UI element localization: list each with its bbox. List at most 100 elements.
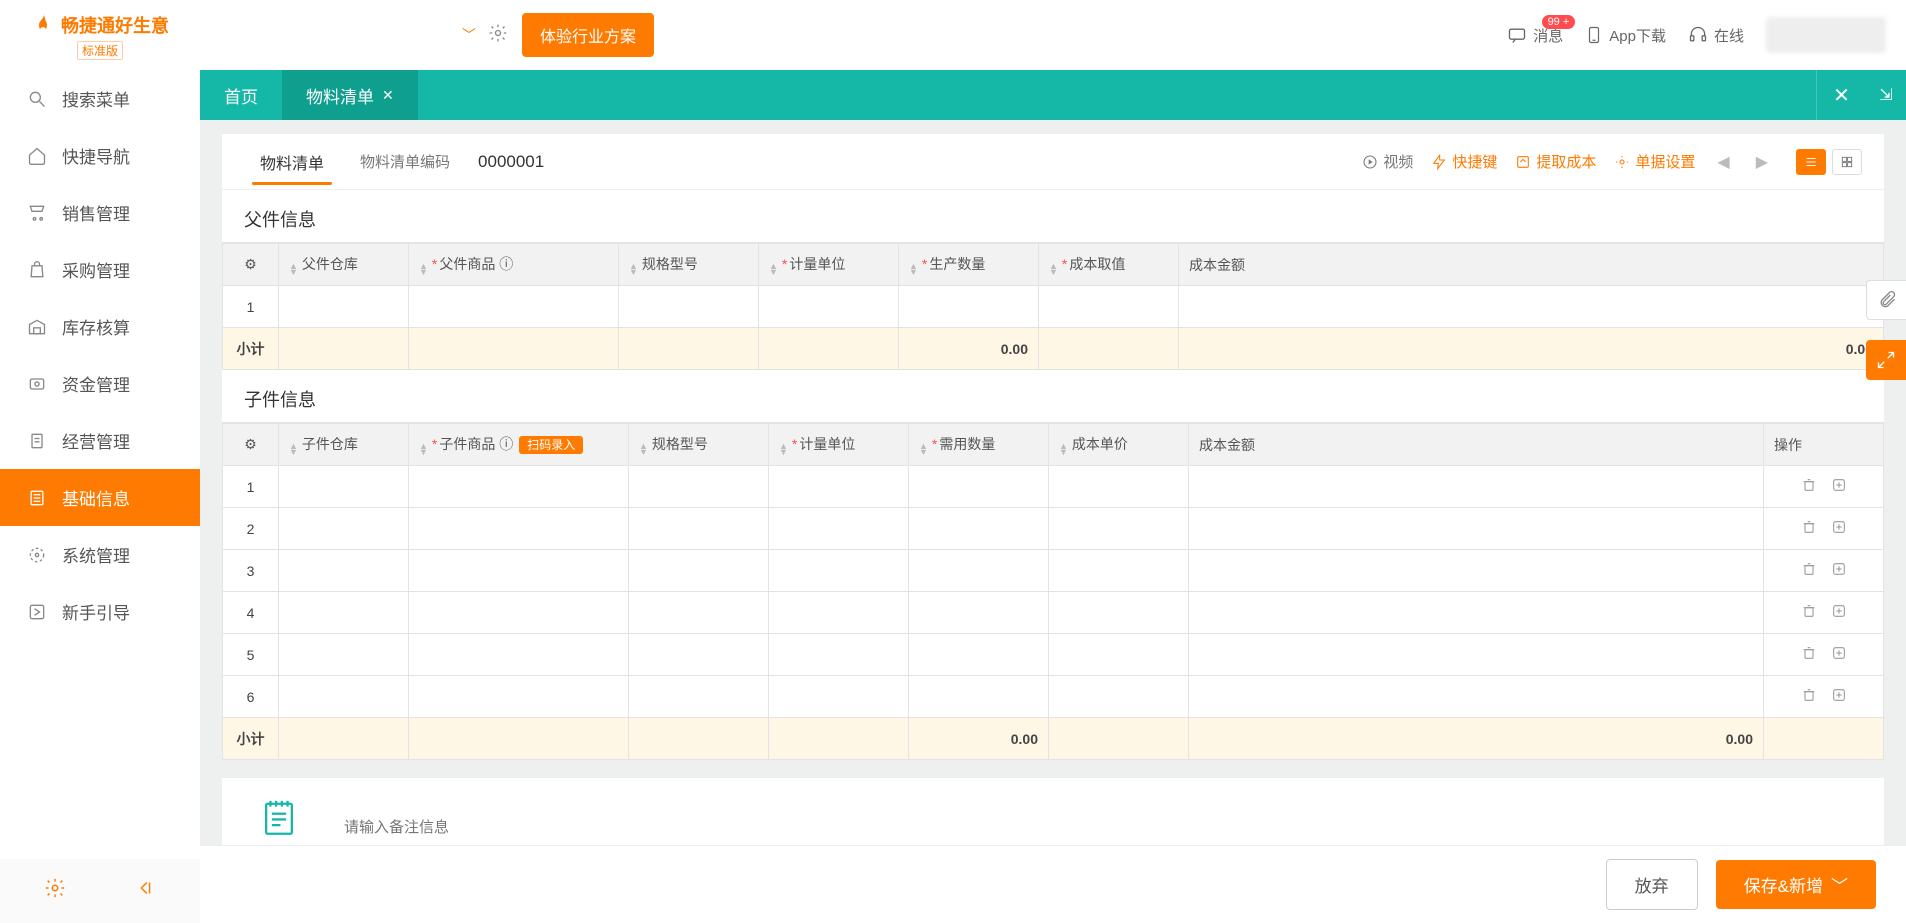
child-row[interactable]: 5 xyxy=(223,634,1884,676)
sidebar: 搜索菜单 快捷导航 销售管理 采购管理 库存核算 资金管理 经营管理 基础信息 … xyxy=(0,70,200,923)
view-toggle xyxy=(1796,149,1862,175)
user-avatar[interactable] xyxy=(1766,17,1886,53)
notepad-icon xyxy=(261,798,297,838)
child-subtotal: 小计 0.00 0.00 xyxy=(223,718,1884,760)
delete-row[interactable] xyxy=(1801,561,1817,580)
main-panel: 物料清单 物料清单编码 0000001 视频 快捷键 提取成本 单据设置 ◀ ▶… xyxy=(200,120,1906,923)
sidebar-item-label: 新手引导 xyxy=(62,599,130,624)
close-icon[interactable]: ✕ xyxy=(382,87,394,104)
tool-extract-cost[interactable]: 提取成本 xyxy=(1515,151,1596,172)
play-icon xyxy=(1362,154,1378,170)
col-parent-costbasis[interactable]: ▲▼*成本取值 xyxy=(1039,244,1179,286)
delete-row[interactable] xyxy=(1801,519,1817,538)
add-row[interactable] xyxy=(1831,477,1847,496)
add-row[interactable] xyxy=(1831,645,1847,664)
tab-label: 物料清单 xyxy=(306,83,374,108)
col-parent-qty[interactable]: ▲▼*生产数量 xyxy=(899,244,1039,286)
sidebar-item-search[interactable]: 搜索菜单 xyxy=(0,70,200,127)
messages-link[interactable]: 消息 99 + xyxy=(1507,25,1563,46)
subtab-bom[interactable]: 物料清单 xyxy=(244,140,340,184)
col-child-unit[interactable]: ▲▼*计量单位 xyxy=(769,424,909,466)
child-row[interactable]: 1 xyxy=(223,466,1884,508)
delete-row[interactable] xyxy=(1801,603,1817,622)
database-icon xyxy=(26,487,48,509)
sidebar-item-sales[interactable]: 销售管理 xyxy=(0,184,200,241)
sidebar-item-business[interactable]: 经营管理 xyxy=(0,412,200,469)
col-parent-unit[interactable]: ▲▼*计量单位 xyxy=(759,244,899,286)
child-row[interactable]: 2 xyxy=(223,508,1884,550)
col-parent-warehouse[interactable]: ▲▼父件仓库 xyxy=(279,244,409,286)
card-header: 物料清单 物料清单编码 0000001 视频 快捷键 提取成本 单据设置 ◀ ▶ xyxy=(222,134,1884,190)
help-icon[interactable]: ⓘ xyxy=(499,256,513,272)
parent-row[interactable]: 1 xyxy=(223,286,1884,328)
collapse-button[interactable] xyxy=(134,877,156,905)
discard-button[interactable]: 放弃 xyxy=(1606,859,1698,910)
col-child-warehouse[interactable]: ▲▼子件仓库 xyxy=(279,424,409,466)
add-row[interactable] xyxy=(1831,519,1847,538)
child-section-title: 子件信息 xyxy=(222,370,1884,422)
col-child-needqty[interactable]: ▲▼*需用数量 xyxy=(909,424,1049,466)
save-new-button[interactable]: 保存&新增﹀ xyxy=(1716,860,1876,909)
settings-button[interactable] xyxy=(44,877,66,905)
sidebar-item-label: 采购管理 xyxy=(62,257,130,282)
gear-dashed-icon xyxy=(26,544,48,566)
online-label: 在线 xyxy=(1714,25,1744,46)
sidebar-item-system[interactable]: 系统管理 xyxy=(0,526,200,583)
col-child-spec[interactable]: ▲▼规格型号 xyxy=(629,424,769,466)
gear-column[interactable]: ⚙ xyxy=(223,424,279,466)
add-row[interactable] xyxy=(1831,687,1847,706)
delete-row[interactable] xyxy=(1801,477,1817,496)
fullscreen-button[interactable] xyxy=(1866,340,1906,380)
close-all-tabs[interactable]: ✕ xyxy=(1816,70,1866,120)
col-child-product[interactable]: ▲▼*子件商品 ⓘ扫码录入 xyxy=(409,424,629,466)
expand-tabbar[interactable]: ⇲ xyxy=(1866,70,1906,120)
tabbar: 首页 物料清单 ✕ ✕ ⇲ xyxy=(200,70,1906,120)
child-row[interactable]: 4 xyxy=(223,592,1884,634)
sidebar-item-basicinfo[interactable]: 基础信息 xyxy=(0,469,200,526)
sidebar-item-purchase[interactable]: 采购管理 xyxy=(0,241,200,298)
attachment-button[interactable] xyxy=(1866,280,1906,320)
scan-button[interactable]: 扫码录入 xyxy=(519,436,583,454)
delete-row[interactable] xyxy=(1801,645,1817,664)
app-download-label: App下载 xyxy=(1609,25,1666,46)
gear-icon[interactable] xyxy=(488,23,508,48)
col-parent-costamount[interactable]: 成本金额 xyxy=(1179,244,1884,286)
help-icon[interactable]: ⓘ xyxy=(499,436,513,452)
tab-home[interactable]: 首页 xyxy=(200,70,282,120)
topbar: 畅捷通好生意 标准版 ﹀ 体验行业方案 消息 99 + App下载 在线 xyxy=(0,0,1906,70)
col-parent-spec[interactable]: ▲▼规格型号 xyxy=(619,244,759,286)
search-icon xyxy=(26,88,48,110)
prev-doc[interactable]: ◀ xyxy=(1713,152,1733,172)
org-selector[interactable]: ﹀ xyxy=(270,23,508,48)
col-child-unitcost[interactable]: ▲▼成本单价 xyxy=(1049,424,1189,466)
next-doc[interactable]: ▶ xyxy=(1752,152,1772,172)
tab-bom[interactable]: 物料清单 ✕ xyxy=(282,70,418,120)
app-download-link[interactable]: App下载 xyxy=(1585,25,1666,46)
online-support-link[interactable]: 在线 xyxy=(1688,25,1744,46)
sidebar-item-label: 系统管理 xyxy=(62,542,130,567)
tool-doc-settings[interactable]: 单据设置 xyxy=(1614,151,1695,172)
cta-button[interactable]: 体验行业方案 xyxy=(522,13,654,57)
tool-video[interactable]: 视频 xyxy=(1362,151,1413,172)
sidebar-item-inventory[interactable]: 库存核算 xyxy=(0,298,200,355)
add-row[interactable] xyxy=(1831,561,1847,580)
tool-shortcut[interactable]: 快捷键 xyxy=(1431,151,1497,172)
child-row[interactable]: 3 xyxy=(223,550,1884,592)
guide-icon xyxy=(26,601,48,623)
sidebar-item-quicknav[interactable]: 快捷导航 xyxy=(0,127,200,184)
col-child-action: 操作 xyxy=(1764,424,1884,466)
view-list[interactable] xyxy=(1796,149,1826,175)
gear-column[interactable]: ⚙ xyxy=(223,244,279,286)
sidebar-item-label: 资金管理 xyxy=(62,371,130,396)
view-grid[interactable] xyxy=(1832,149,1862,175)
col-parent-product[interactable]: ▲▼*父件商品 ⓘ xyxy=(409,244,619,286)
child-row[interactable]: 6 xyxy=(223,676,1884,718)
flame-icon xyxy=(31,11,55,39)
delete-row[interactable] xyxy=(1801,687,1817,706)
sidebar-item-finance[interactable]: 资金管理 xyxy=(0,355,200,412)
extract-icon xyxy=(1515,154,1531,170)
sidebar-item-guide[interactable]: 新手引导 xyxy=(0,583,200,640)
bag-icon xyxy=(26,259,48,281)
add-row[interactable] xyxy=(1831,603,1847,622)
col-child-costamount[interactable]: 成本金额 xyxy=(1189,424,1764,466)
